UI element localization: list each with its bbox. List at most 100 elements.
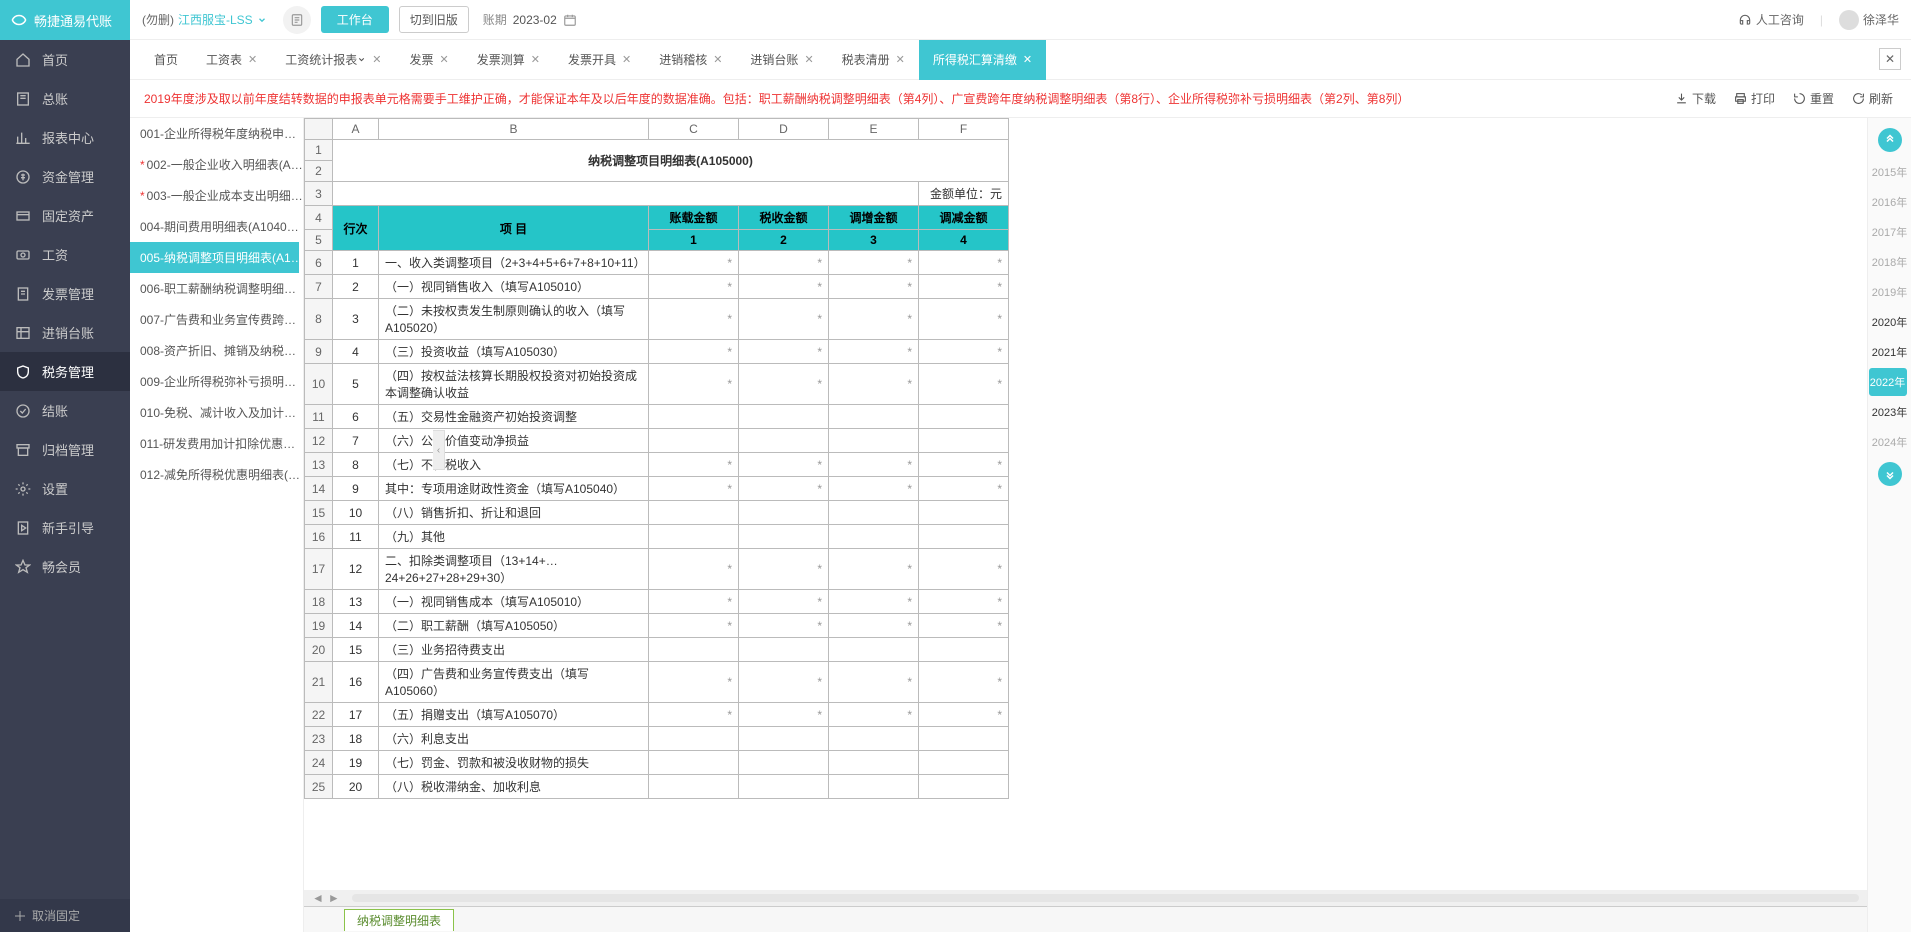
- spreadsheet[interactable]: ABCDEF1纳税调整项目明细表(A105000)23金额单位：元4行次项 目账…: [304, 118, 1867, 890]
- year-2022年[interactable]: 2022年: [1869, 368, 1907, 396]
- workbench-button[interactable]: 工作台: [321, 6, 389, 33]
- year-up[interactable]: [1878, 128, 1902, 152]
- sheet-item[interactable]: 003-一般企业成本支出明细…: [130, 180, 303, 211]
- nav-asset[interactable]: 固定资产: [0, 196, 130, 235]
- reset-button[interactable]: 重置: [1793, 90, 1834, 107]
- row-item: （二）未按权责发生制原则确认的收入（填写A105020）: [379, 299, 649, 340]
- inout-icon: [14, 324, 32, 342]
- row-item: （八）税收滞纳金、加收利息: [379, 775, 649, 799]
- topbar: (勿删) 江西服宝-LSS 工作台 切到旧版 账期 2023-02 人工咨询 |: [130, 0, 1911, 40]
- row-item: 二、扣除类调整项目（13+14+…24+26+27+28+29+30）: [379, 549, 649, 590]
- user-menu[interactable]: 徐泽华: [1839, 10, 1899, 30]
- print-button[interactable]: 打印: [1734, 90, 1775, 107]
- year-2023年[interactable]: 2023年: [1871, 398, 1909, 426]
- row-item: （五）捐赠支出（填写A105070）: [379, 703, 649, 727]
- nav-gear[interactable]: 设置: [0, 469, 130, 508]
- ledger-icon: [14, 90, 32, 108]
- salary-icon: [14, 246, 32, 264]
- sheet-item[interactable]: 011-研发费用加计扣除优惠…: [130, 428, 303, 459]
- nav-salary[interactable]: 工资: [0, 235, 130, 274]
- nav-invoice[interactable]: 发票管理: [0, 274, 130, 313]
- collapse-sheet-list[interactable]: ‹: [433, 430, 445, 470]
- year-2021年[interactable]: 2021年: [1871, 338, 1909, 366]
- row-item: （一）视同销售收入（填写A105010）: [379, 275, 649, 299]
- gear-icon: [14, 480, 32, 498]
- funds-icon: [14, 168, 32, 186]
- sheet-item[interactable]: 010-免税、减计收入及加计…: [130, 397, 303, 428]
- tab[interactable]: 首页: [140, 40, 192, 80]
- warning-text: 2019年度涉及取以前年度结转数据的申报表单元格需要手工维护正确，才能保证本年及…: [130, 80, 1657, 114]
- nav-settle[interactable]: 结账: [0, 391, 130, 430]
- nav-funds[interactable]: 资金管理: [0, 157, 130, 196]
- sheet-item[interactable]: 009-企业所得税弥补亏损明…: [130, 366, 303, 397]
- row-item: （七）不征税收入: [379, 453, 649, 477]
- chart-icon: [14, 129, 32, 147]
- tab-close[interactable]: ✕: [372, 53, 381, 66]
- switch-old-button[interactable]: 切到旧版: [399, 6, 469, 33]
- sheet-tab[interactable]: 纳税调整明细表: [344, 909, 454, 931]
- brand-logo: 畅捷通易代账: [0, 0, 130, 40]
- sheet-item[interactable]: 007-广告费和业务宣传费跨…: [130, 304, 303, 335]
- sheet-item[interactable]: 001-企业所得税年度纳税申…: [130, 118, 303, 149]
- hscroll[interactable]: ◄►: [304, 890, 1867, 906]
- tab[interactable]: 进销台账✕: [736, 40, 827, 80]
- tab[interactable]: 工资表✕: [192, 40, 271, 80]
- tab[interactable]: 发票开具✕: [554, 40, 645, 80]
- company-dropdown[interactable]: 江西服宝-LSS: [178, 11, 267, 28]
- nav-ledger[interactable]: 总账: [0, 79, 130, 118]
- tab[interactable]: 进销稽核✕: [645, 40, 736, 80]
- tab-close[interactable]: ✕: [1023, 53, 1032, 66]
- tab-close[interactable]: ✕: [248, 53, 257, 66]
- tab[interactable]: 所得税汇算清缴✕: [919, 40, 1046, 80]
- sheet-item[interactable]: 004-期间费用明细表(A1040…: [130, 211, 303, 242]
- nav-inout[interactable]: 进销台账: [0, 313, 130, 352]
- archive-icon: [14, 441, 32, 459]
- tax-icon: [14, 363, 32, 381]
- year-2015年: 2015年: [1871, 158, 1909, 186]
- calendar-icon[interactable]: [563, 13, 577, 27]
- year-down[interactable]: [1878, 462, 1902, 486]
- year-rail: 2015年2016年2017年2018年2019年2020年2021年2022年…: [1867, 118, 1911, 932]
- sheet-list: 001-企业所得税年度纳税申…002-一般企业收入明细表(A…003-一般企业成…: [130, 118, 304, 932]
- download-button[interactable]: 下载: [1675, 90, 1716, 107]
- sheet-item[interactable]: 008-资产折旧、摊销及纳税…: [130, 335, 303, 366]
- company-prefix: (勿删): [142, 11, 174, 28]
- nav-vip[interactable]: 畅会员: [0, 547, 130, 586]
- tab-close[interactable]: ✕: [804, 53, 813, 66]
- nav-guide[interactable]: 新手引导: [0, 508, 130, 547]
- tab[interactable]: 发票测算✕: [463, 40, 554, 80]
- support-link[interactable]: 人工咨询: [1738, 11, 1804, 28]
- row-item: （六）利息支出: [379, 727, 649, 751]
- year-2020年[interactable]: 2020年: [1871, 308, 1909, 336]
- nav-home[interactable]: 首页: [0, 40, 130, 79]
- row-item: （二）职工薪酬（填写A105050）: [379, 614, 649, 638]
- refresh-button[interactable]: 刷新: [1852, 90, 1893, 107]
- sheet-item[interactable]: 006-职工薪酬纳税调整明细…: [130, 273, 303, 304]
- period-picker[interactable]: 2023-02: [513, 13, 557, 27]
- tab-close[interactable]: ✕: [622, 53, 631, 66]
- year-2018年: 2018年: [1871, 248, 1909, 276]
- sheet-item[interactable]: 002-一般企业收入明细表(A…: [130, 149, 303, 180]
- nav-tax[interactable]: 税务管理: [0, 352, 130, 391]
- sidebar: 畅捷通易代账 首页总账报表中心资金管理固定资产工资发票管理进销台账税务管理结账归…: [0, 0, 130, 932]
- nav-archive[interactable]: 归档管理: [0, 430, 130, 469]
- home-icon: [14, 51, 32, 69]
- tab-close[interactable]: ✕: [713, 53, 722, 66]
- tab[interactable]: 工资统计报表 ✕: [271, 40, 395, 80]
- avatar: [1839, 10, 1859, 30]
- tab-close[interactable]: ✕: [531, 53, 540, 66]
- sheet-item[interactable]: 012-减免所得税优惠明细表(…: [130, 459, 303, 490]
- cancel-pin[interactable]: 取消固定: [0, 899, 130, 932]
- row-item: （七）罚金、罚款和被没收财物的损失: [379, 751, 649, 775]
- settle-icon: [14, 402, 32, 420]
- close-all-tabs[interactable]: ✕: [1879, 48, 1901, 70]
- nav-chart[interactable]: 报表中心: [0, 118, 130, 157]
- invoice-icon: [14, 285, 32, 303]
- sheet-item[interactable]: 005-纳税调整项目明细表(A1…: [130, 242, 299, 273]
- tab-close[interactable]: ✕: [896, 53, 905, 66]
- tab[interactable]: 税表清册✕: [828, 40, 919, 80]
- tab-close[interactable]: ✕: [440, 53, 449, 66]
- row-item: （九）其他: [379, 525, 649, 549]
- tab[interactable]: 发票✕: [395, 40, 462, 80]
- notes-icon[interactable]: [283, 6, 311, 34]
